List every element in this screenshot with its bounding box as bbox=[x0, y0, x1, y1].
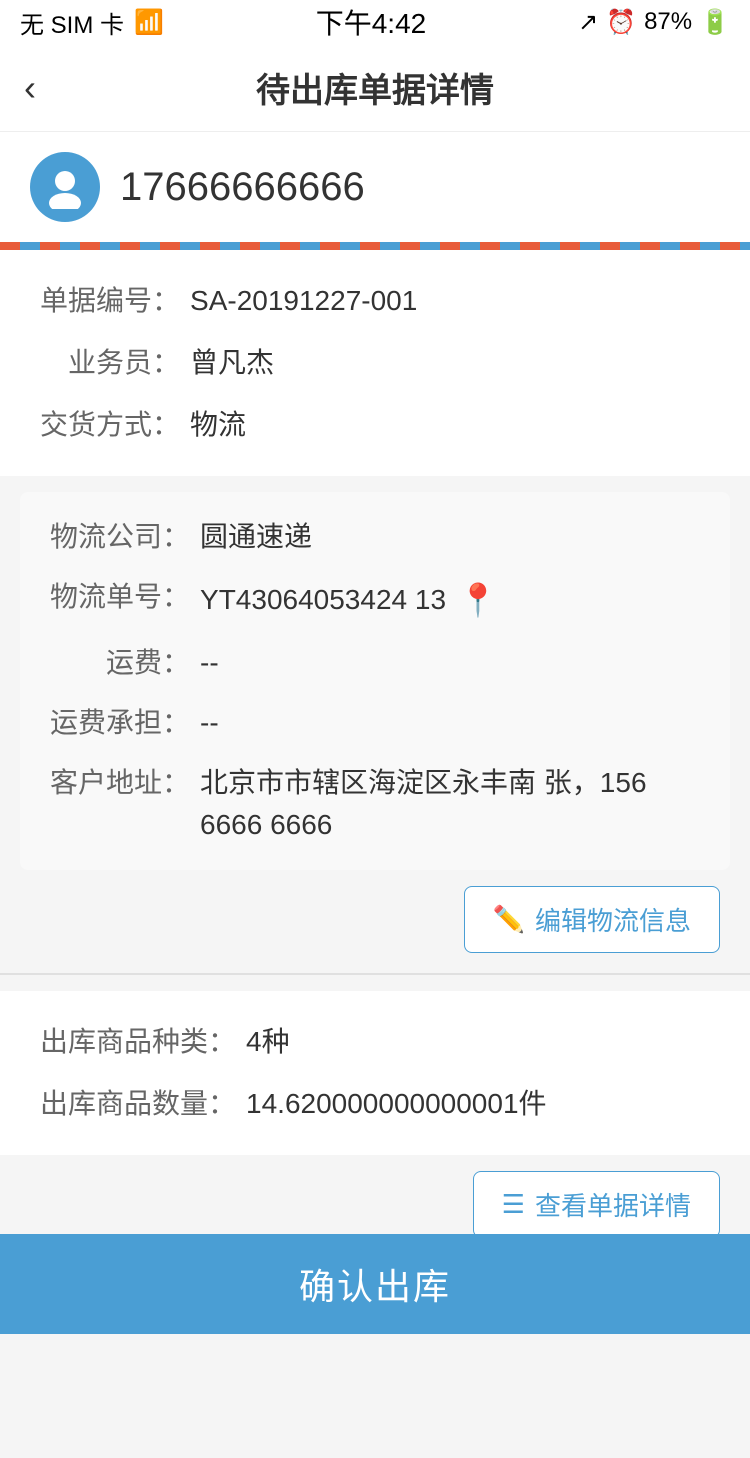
view-detail-button[interactable]: ☰ 查看单据详情 bbox=[473, 1171, 720, 1238]
edit-logistics-wrap: ✏️ 编辑物流信息 bbox=[0, 886, 750, 973]
alarm-icon: ⏰ bbox=[606, 8, 636, 37]
logistics-company-row: 物流公司： 圆通速递 bbox=[50, 516, 700, 558]
goods-section: 出库商品种类： 4种 出库商品数量： 14.620000000000001件 bbox=[0, 991, 750, 1155]
customer-phone: 17666666666 bbox=[120, 165, 365, 210]
battery-icon: 🔋 bbox=[700, 8, 730, 37]
salesman-row: 业务员： 曾凡杰 bbox=[40, 342, 710, 384]
salesman-value: 曾凡杰 bbox=[190, 342, 710, 384]
status-time: 下午4:42 bbox=[316, 2, 427, 42]
view-detail-label: 查看单据详情 bbox=[535, 1186, 691, 1223]
status-left: 无 SIM 卡 📶 bbox=[20, 5, 164, 40]
goods-quantity-row: 出库商品数量： 14.620000000000001件 bbox=[40, 1083, 710, 1125]
goods-types-label: 出库商品种类： bbox=[40, 1021, 236, 1063]
dashed-divider bbox=[0, 242, 750, 250]
delivery-label: 交货方式： bbox=[40, 404, 180, 446]
tracking-no-row: 物流单号： YT43064053424 13 📍 bbox=[50, 576, 700, 624]
delivery-value: 物流 bbox=[190, 404, 710, 446]
salesman-label: 业务员： bbox=[40, 342, 180, 384]
goods-types-row: 出库商品种类： 4种 bbox=[40, 1021, 710, 1063]
separator-line bbox=[0, 973, 750, 975]
location-status-icon: ↗ bbox=[578, 8, 598, 37]
freight-bearer-label: 运费承担： bbox=[50, 702, 190, 744]
confirm-btn-wrap[interactable]: 确认出库 bbox=[0, 1234, 750, 1334]
page-title: 待出库单据详情 bbox=[256, 63, 494, 112]
order-no-row: 单据编号： SA-20191227-001 bbox=[40, 280, 710, 322]
tracking-no-label: 物流单号： bbox=[50, 576, 190, 618]
document-icon: ☰ bbox=[502, 1189, 525, 1220]
back-button[interactable]: ‹ bbox=[24, 67, 36, 109]
logistics-card: 物流公司： 圆通速递 物流单号： YT43064053424 13 📍 运费： … bbox=[20, 492, 730, 870]
customer-header: 17666666666 bbox=[0, 132, 750, 242]
freight-label: 运费： bbox=[50, 642, 190, 684]
order-no-label: 单据编号： bbox=[40, 280, 180, 322]
goods-quantity-value: 14.620000000000001件 bbox=[246, 1083, 710, 1125]
tracking-no-value: YT43064053424 13 📍 bbox=[200, 576, 700, 624]
status-right: ↗ ⏰ 87% 🔋 bbox=[578, 8, 730, 37]
battery-label: 87% bbox=[644, 8, 692, 36]
confirm-outbound-button[interactable]: 确认出库 bbox=[299, 1258, 451, 1310]
address-value: 北京市市辖区海淀区永丰南 张，156 6666 6666 bbox=[200, 762, 700, 846]
address-label: 客户地址： bbox=[50, 762, 190, 804]
logistics-company-value: 圆通速递 bbox=[200, 516, 700, 558]
status-bar: 无 SIM 卡 📶 下午4:42 ↗ ⏰ 87% 🔋 bbox=[0, 0, 750, 44]
freight-bearer-value: -- bbox=[200, 702, 700, 744]
order-info-section: 单据编号： SA-20191227-001 业务员： 曾凡杰 交货方式： 物流 bbox=[0, 250, 750, 476]
address-row: 客户地址： 北京市市辖区海淀区永丰南 张，156 6666 6666 bbox=[50, 762, 700, 846]
order-no-value: SA-20191227-001 bbox=[190, 280, 710, 322]
delivery-row: 交货方式： 物流 bbox=[40, 404, 710, 446]
freight-value: -- bbox=[200, 642, 700, 684]
edit-icon: ✏️ bbox=[493, 904, 525, 935]
avatar bbox=[30, 152, 100, 222]
wifi-icon: 📶 bbox=[134, 8, 164, 37]
nav-bar: ‹ 待出库单据详情 bbox=[0, 44, 750, 132]
goods-types-value: 4种 bbox=[246, 1021, 710, 1063]
map-pin-icon[interactable]: 📍 bbox=[458, 576, 498, 624]
goods-quantity-label: 出库商品数量： bbox=[40, 1083, 236, 1125]
logistics-company-label: 物流公司： bbox=[50, 516, 190, 558]
carrier-label: 无 SIM 卡 bbox=[20, 5, 124, 40]
freight-row: 运费： -- bbox=[50, 642, 700, 684]
freight-bearer-row: 运费承担： -- bbox=[50, 702, 700, 744]
edit-logistics-label: 编辑物流信息 bbox=[535, 901, 691, 938]
edit-logistics-button[interactable]: ✏️ 编辑物流信息 bbox=[464, 886, 720, 953]
